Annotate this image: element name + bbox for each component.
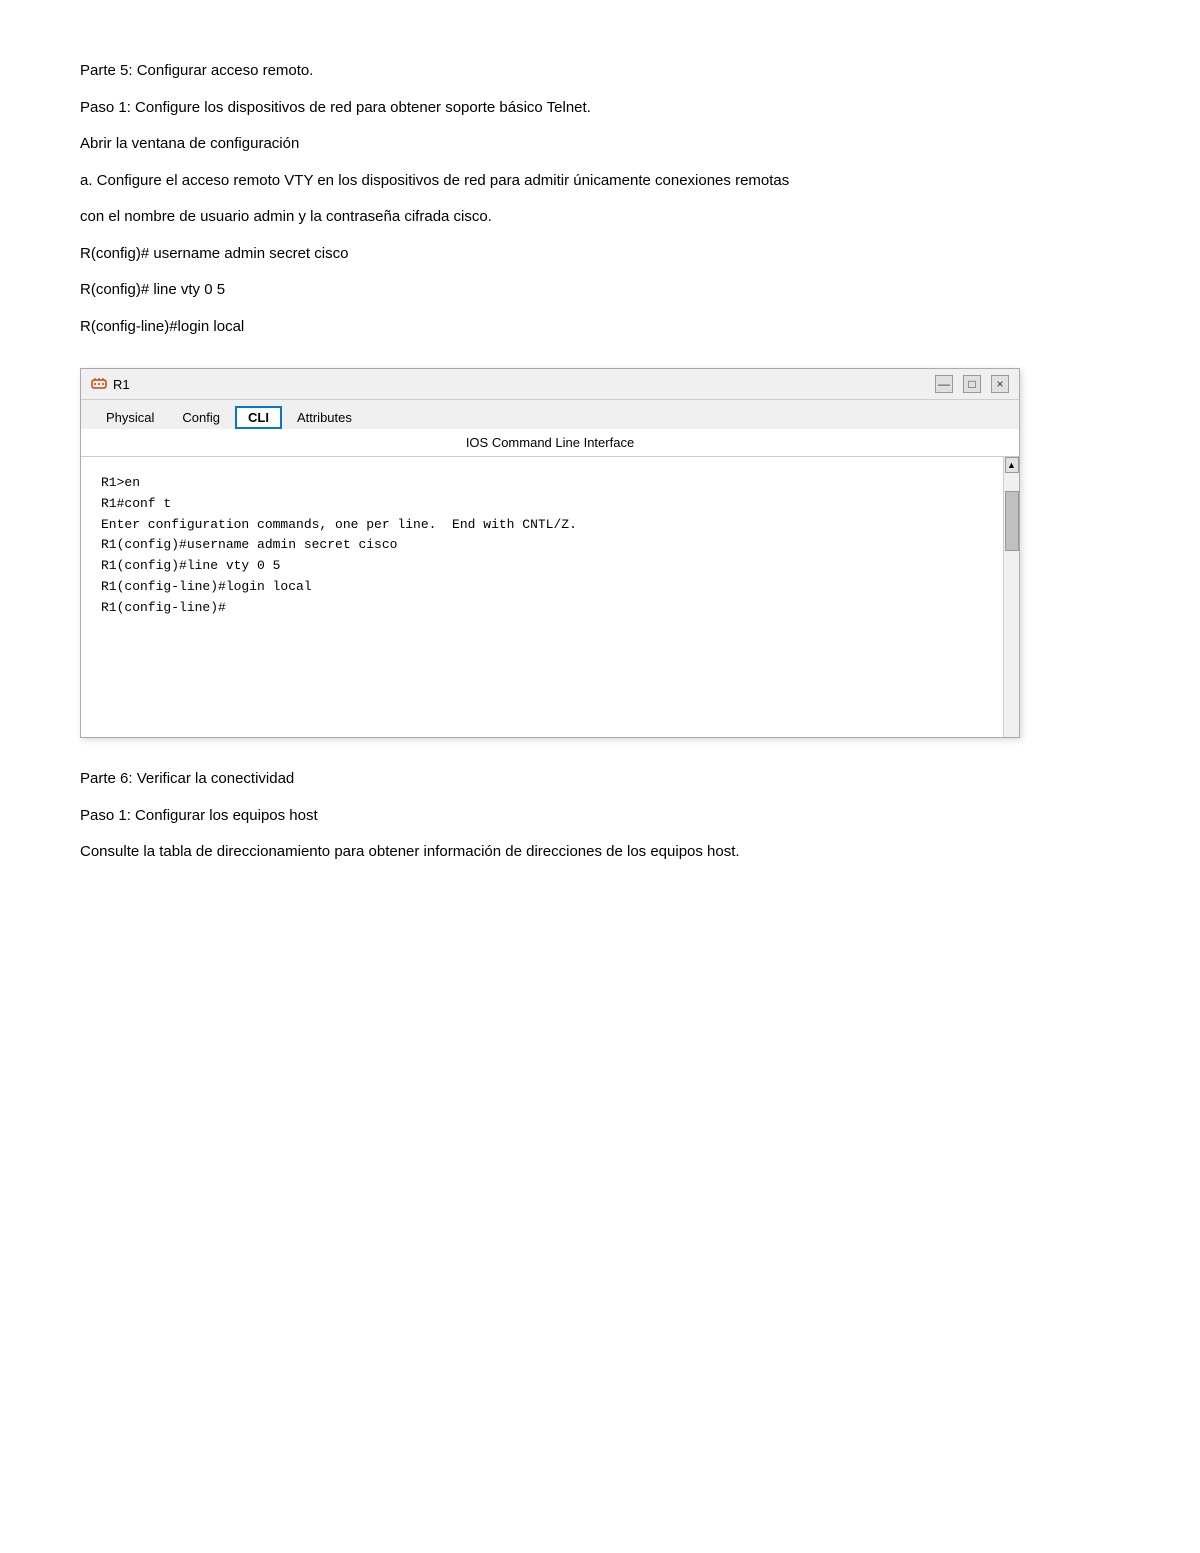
- close-button[interactable]: ×: [991, 375, 1009, 393]
- terminal-area-wrapper[interactable]: R1>en R1#conf t Enter configuration comm…: [81, 457, 1019, 737]
- paragraph-pa2-text: Paso 1: Configurar los equipos host: [80, 807, 318, 824]
- scrollbar-thumb[interactable]: [1005, 491, 1019, 551]
- terminal-line-4: R1(config)#line vty 0 5: [101, 556, 983, 577]
- window-titlebar: R1 — □ ×: [81, 369, 1019, 400]
- paragraph-p5-text: con el nombre de usuario admin y la cont…: [80, 208, 492, 225]
- window-tabs: Physical Config CLI Attributes: [81, 400, 1019, 429]
- document-body: Parte 5: Configurar acceso remoto. Paso …: [80, 60, 1120, 864]
- paragraph-p8-text: R(config-line)#login local: [80, 318, 244, 335]
- terminal-line-6: R1(config-line)#: [101, 598, 983, 619]
- window-controls[interactable]: — □ ×: [935, 375, 1009, 393]
- paragraph-p3-text: Abrir la ventana de configuración: [80, 135, 299, 152]
- window-title-left: R1: [91, 376, 130, 392]
- paragraph-p6-text: R(config)# username admin secret cisco: [80, 245, 348, 262]
- router-window: R1 — □ × Physical Config: [80, 368, 1020, 738]
- tab-attributes[interactable]: Attributes: [284, 406, 365, 429]
- scrollbar[interactable]: ▲: [1003, 457, 1019, 737]
- terminal-line-3: R1(config)#username admin secret cisco: [101, 535, 983, 556]
- paragraph-pa1-text: Parte 6: Verificar la conectividad: [80, 770, 294, 787]
- paragraph-p5: con el nombre de usuario admin y la cont…: [80, 206, 1120, 229]
- tab-cli[interactable]: CLI: [235, 406, 282, 429]
- paragraph-p4: a. Configure el acceso remoto VTY en los…: [80, 170, 1120, 193]
- terminal-content[interactable]: R1>en R1#conf t Enter configuration comm…: [81, 457, 1003, 737]
- terminal-line-1: R1#conf t: [101, 494, 983, 515]
- paragraph-p7-text: R(config)# line vty 0 5: [80, 281, 225, 298]
- paragraph-p7: R(config)# line vty 0 5: [80, 279, 1120, 302]
- paragraph-p6: R(config)# username admin secret cisco: [80, 243, 1120, 266]
- paragraph-p2: Paso 1: Configure los dispositivos de re…: [80, 97, 1120, 120]
- paragraph-p2-text: Paso 1: Configure los dispositivos de re…: [80, 99, 591, 116]
- tab-physical[interactable]: Physical: [93, 406, 167, 429]
- paragraph-pa1: Parte 6: Verificar la conectividad: [80, 768, 1120, 791]
- minimize-button[interactable]: —: [935, 375, 953, 393]
- terminal-line-5: R1(config-line)#login local: [101, 577, 983, 598]
- paragraph-p8: R(config-line)#login local: [80, 316, 1120, 339]
- paragraph-p1-text: Parte 5: Configurar acceso remoto.: [80, 62, 313, 79]
- window-title-text: R1: [113, 377, 130, 392]
- paragraph-p1: Parte 5: Configurar acceso remoto.: [80, 60, 1120, 83]
- maximize-button[interactable]: □: [963, 375, 981, 393]
- paragraph-pa3: Consulte la tabla de direccionamiento pa…: [80, 841, 1120, 864]
- terminal-line-2: Enter configuration commands, one per li…: [101, 515, 983, 536]
- paragraph-pa3-text: Consulte la tabla de direccionamiento pa…: [80, 843, 740, 860]
- window-subtitle: IOS Command Line Interface: [81, 429, 1019, 457]
- tab-config[interactable]: Config: [169, 406, 233, 429]
- paragraph-p3: Abrir la ventana de configuración: [80, 133, 1120, 156]
- paragraph-p4-text: a. Configure el acceso remoto VTY en los…: [80, 172, 789, 189]
- scrollbar-arrow-up[interactable]: ▲: [1005, 457, 1019, 473]
- router-icon: [91, 376, 107, 392]
- paragraph-pa2: Paso 1: Configurar los equipos host: [80, 805, 1120, 828]
- terminal-line-0: R1>en: [101, 473, 983, 494]
